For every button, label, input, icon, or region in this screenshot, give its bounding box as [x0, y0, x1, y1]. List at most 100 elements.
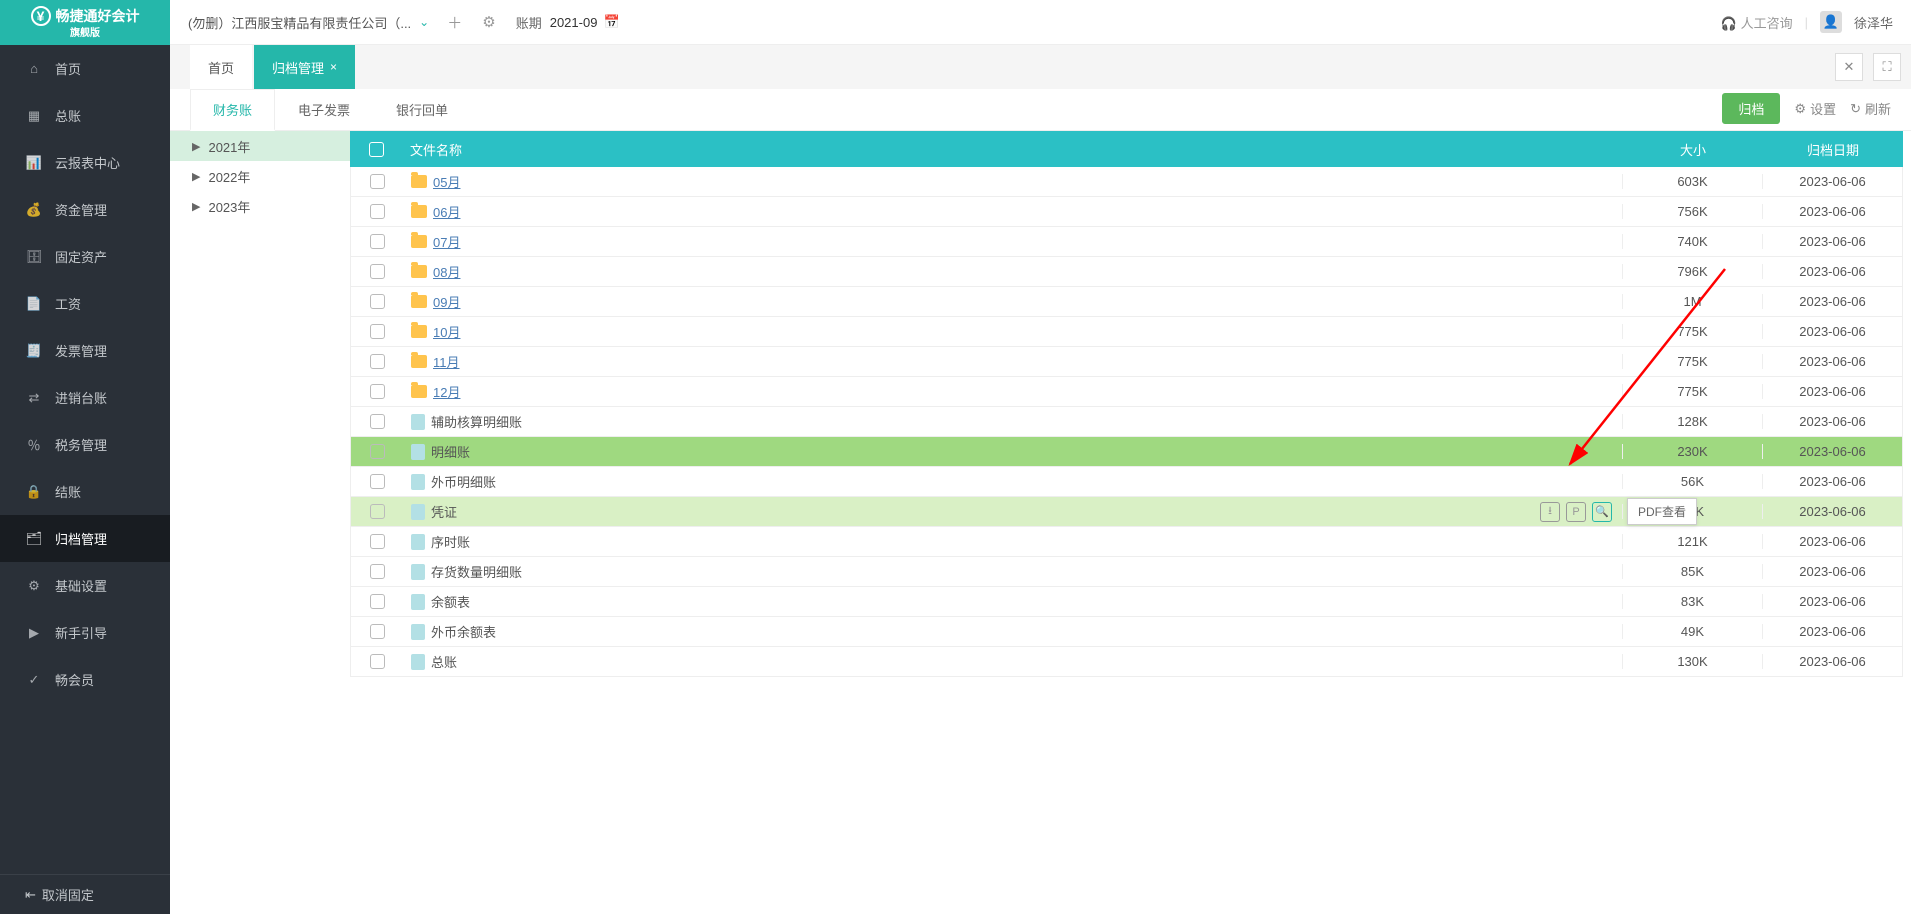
subtab-银行回单[interactable]: 银行回单 — [373, 89, 471, 130]
row-checkbox[interactable] — [370, 264, 385, 279]
table-row[interactable]: 辅助核算明细账128K2023-06-06 — [350, 407, 1903, 437]
nav-item-home[interactable]: ⌂首页 — [0, 45, 170, 92]
subtab-电子发票[interactable]: 电子发票 — [275, 89, 373, 130]
tax-icon: ％ — [25, 436, 43, 454]
table-row[interactable]: 外币余额表49K2023-06-06 — [350, 617, 1903, 647]
gear-icon[interactable]: ⚙ — [482, 13, 495, 31]
table-row[interactable]: 明细账230K2023-06-06 — [350, 437, 1903, 467]
row-checkbox[interactable] — [370, 414, 385, 429]
file-icon — [411, 654, 425, 670]
nav-item-member[interactable]: ✓畅会员 — [0, 656, 170, 703]
settings-button[interactable]: ⚙ 设置 — [1794, 99, 1836, 118]
table-row[interactable]: 09月1M2023-06-06 — [350, 287, 1903, 317]
row-checkbox[interactable] — [370, 654, 385, 669]
archive-date: 2023-06-06 — [1762, 324, 1902, 339]
row-checkbox[interactable] — [370, 174, 385, 189]
nav-item-inout[interactable]: ⇄进销台账 — [0, 374, 170, 421]
file-name-link[interactable]: 06月 — [433, 202, 460, 221]
pdf-icon[interactable]: P — [1566, 502, 1586, 522]
nav-item-guide[interactable]: ▶新手引导 — [0, 609, 170, 656]
table-row[interactable]: 08月796K2023-06-06 — [350, 257, 1903, 287]
nav-item-report[interactable]: 📊云报表中心 — [0, 139, 170, 186]
row-checkbox[interactable] — [370, 444, 385, 459]
row-checkbox[interactable] — [370, 294, 385, 309]
file-name-link[interactable]: 05月 — [433, 172, 460, 191]
file-name-link[interactable]: 12月 — [433, 382, 460, 401]
file-name-link[interactable]: 09月 — [433, 292, 460, 311]
table-row[interactable]: 10月775K2023-06-06 — [350, 317, 1903, 347]
tree-item-2023年[interactable]: ▶2023年 — [170, 191, 350, 221]
row-checkbox[interactable] — [370, 474, 385, 489]
table-row[interactable]: 凭证⭳P🔍PDF查看33K2023-06-06 — [350, 497, 1903, 527]
row-checkbox[interactable] — [370, 534, 385, 549]
nav-item-fund[interactable]: 💰资金管理 — [0, 186, 170, 233]
nav-item-archive[interactable]: 🗂归档管理 — [0, 515, 170, 562]
folder-icon — [411, 295, 427, 308]
close-all-button[interactable]: ✕ — [1835, 53, 1863, 81]
fullscreen-button[interactable]: ⛶ — [1873, 53, 1901, 81]
table-row[interactable]: 存货数量明细账85K2023-06-06 — [350, 557, 1903, 587]
nav-item-settings[interactable]: ⚙基础设置 — [0, 562, 170, 609]
file-name-link[interactable]: 11月 — [433, 352, 460, 371]
file-name-link[interactable]: 10月 — [433, 322, 460, 341]
nav-item-invoice[interactable]: 🧾发票管理 — [0, 327, 170, 374]
chevron-down-icon[interactable]: ⌄ — [419, 15, 429, 29]
table-row[interactable]: 序时账121K2023-06-06 — [350, 527, 1903, 557]
archive-date: 2023-06-06 — [1762, 264, 1902, 279]
add-icon[interactable]: ＋ — [447, 12, 462, 33]
nav-item-asset[interactable]: 🗄固定资产 — [0, 233, 170, 280]
table-header: 文件名称 大小 归档日期 — [350, 131, 1903, 167]
preview-icon[interactable]: 🔍 — [1592, 502, 1612, 522]
row-checkbox[interactable] — [370, 354, 385, 369]
tab-close-icon[interactable]: × — [330, 60, 337, 74]
download-icon[interactable]: ⭳ — [1540, 502, 1560, 522]
archive-button[interactable]: 归档 — [1722, 93, 1780, 124]
row-checkbox[interactable] — [370, 564, 385, 579]
calendar-icon[interactable]: 📅 — [603, 14, 619, 30]
row-checkbox[interactable] — [370, 234, 385, 249]
row-checkbox[interactable] — [370, 324, 385, 339]
table-row[interactable]: 11月775K2023-06-06 — [350, 347, 1903, 377]
nav-item-tax[interactable]: ％ 税务管理 — [0, 421, 170, 468]
avatar[interactable]: 👤 — [1820, 11, 1842, 33]
table-row[interactable]: 余额表83K2023-06-06 — [350, 587, 1903, 617]
subtab-财务账[interactable]: 财务账 — [190, 89, 275, 131]
logo: ¥ 畅捷通好会计 旗舰版 — [0, 0, 170, 45]
select-all-checkbox[interactable] — [369, 142, 384, 157]
row-checkbox[interactable] — [370, 594, 385, 609]
unpin-button[interactable]: ⇤取消固定 — [0, 874, 170, 914]
tree-item-2021年[interactable]: ▶2021年 — [170, 131, 350, 161]
tab-归档管理[interactable]: 归档管理× — [254, 45, 355, 89]
table-row[interactable]: 12月775K2023-06-06 — [350, 377, 1903, 407]
file-size: 128K — [1622, 414, 1762, 429]
table-row[interactable]: 06月756K2023-06-06 — [350, 197, 1903, 227]
tab-首页[interactable]: 首页 — [190, 45, 252, 89]
nav-item-salary[interactable]: 📄工资 — [0, 280, 170, 327]
username[interactable]: 徐泽华 — [1854, 13, 1893, 32]
file-icon — [411, 534, 425, 550]
nav-label: 税务管理 — [55, 435, 107, 454]
tree-label: 2022年 — [208, 167, 250, 186]
company-selector[interactable]: (勿删）江西服宝精品有限责任公司（... — [188, 13, 411, 32]
row-checkbox[interactable] — [370, 624, 385, 639]
period-value[interactable]: 2021-09 — [550, 15, 598, 30]
table-row[interactable]: 外币明细账56K2023-06-06 — [350, 467, 1903, 497]
refresh-button[interactable]: ↻ 刷新 — [1850, 99, 1891, 118]
table-row[interactable]: 07月740K2023-06-06 — [350, 227, 1903, 257]
table-row[interactable]: 总账130K2023-06-06 — [350, 647, 1903, 677]
nav-item-ledger[interactable]: ▦总账 — [0, 92, 170, 139]
nav-item-close[interactable]: 🔒结账 — [0, 468, 170, 515]
file-name-link[interactable]: 08月 — [433, 262, 460, 281]
row-checkbox[interactable] — [370, 204, 385, 219]
row-checkbox[interactable] — [370, 384, 385, 399]
table-row[interactable]: 05月603K2023-06-06 — [350, 167, 1903, 197]
nav-label: 工资 — [55, 294, 81, 313]
file-icon — [411, 594, 425, 610]
archive-date: 2023-06-06 — [1762, 174, 1902, 189]
file-name-link[interactable]: 07月 — [433, 232, 460, 251]
tree-item-2022年[interactable]: ▶2022年 — [170, 161, 350, 191]
file-icon — [411, 564, 425, 580]
home-icon: ⌂ — [25, 60, 43, 78]
support-link[interactable]: 🎧 人工咨询 — [1721, 13, 1793, 32]
row-checkbox[interactable] — [370, 504, 385, 519]
